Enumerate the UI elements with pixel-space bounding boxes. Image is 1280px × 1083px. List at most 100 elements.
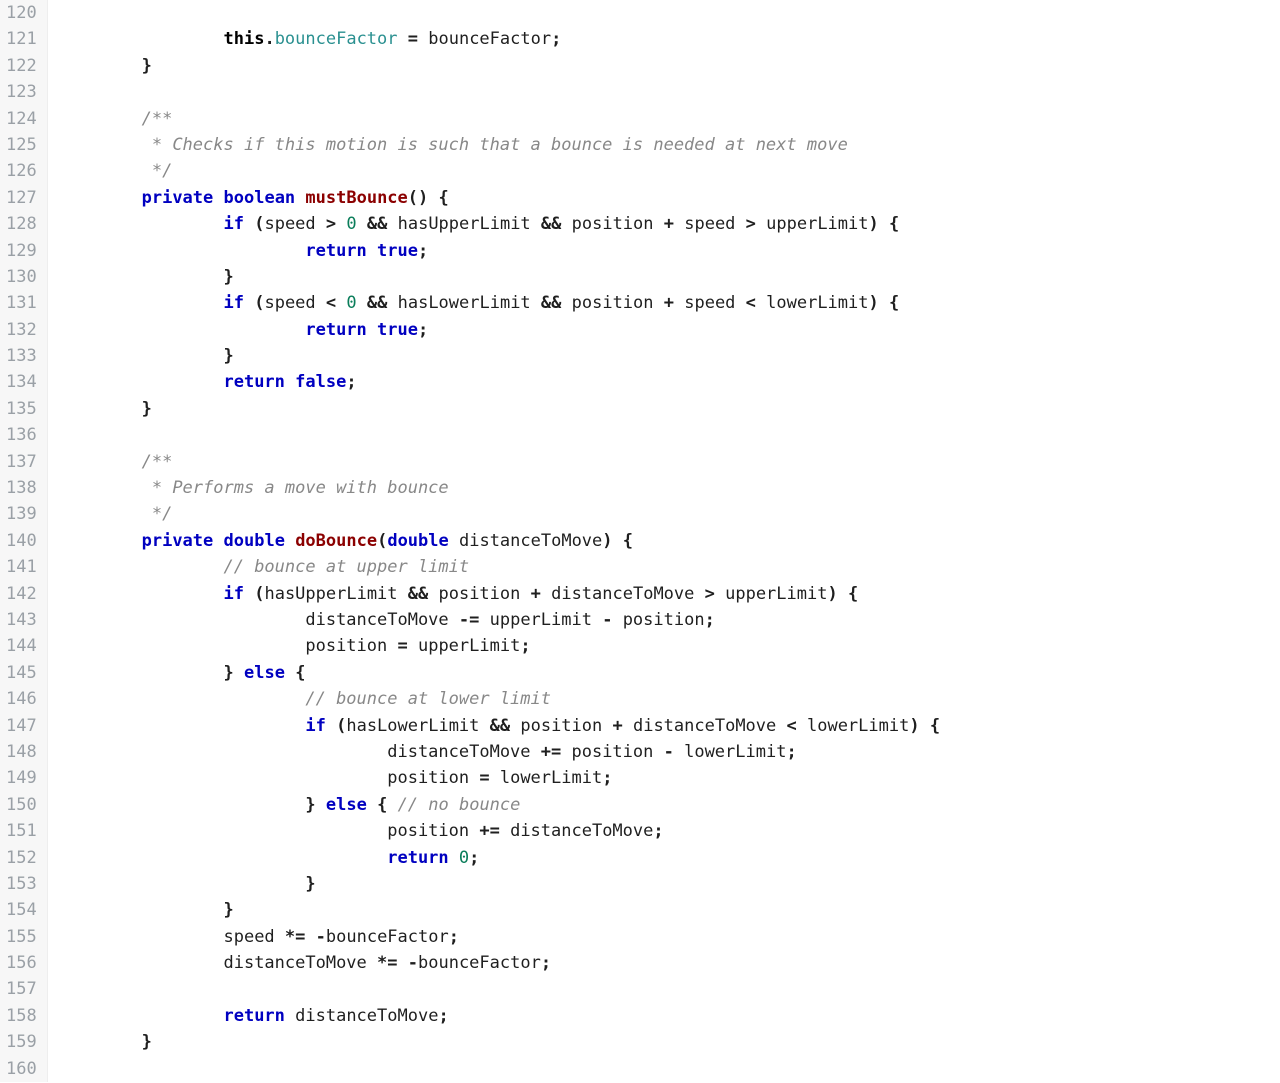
token: bounceFactor xyxy=(275,29,398,49)
code-line: private boolean mustBounce() { xyxy=(60,185,940,211)
token: { xyxy=(889,293,899,313)
token: hasLowerLimit xyxy=(346,716,489,736)
token xyxy=(879,293,889,313)
code-line: } xyxy=(60,871,940,897)
token: { xyxy=(439,188,449,208)
line-number: 157 xyxy=(6,976,37,1002)
token xyxy=(213,188,223,208)
token: *= xyxy=(377,953,397,973)
token xyxy=(285,372,295,392)
token: distanceToMove xyxy=(305,610,459,630)
line-number: 156 xyxy=(6,950,37,976)
token: hasUpperLimit xyxy=(264,584,407,604)
token: < xyxy=(787,716,797,736)
token: ( xyxy=(377,531,387,551)
token xyxy=(305,927,315,947)
token: ; xyxy=(653,821,663,841)
line-number: 148 xyxy=(6,739,37,765)
token: } xyxy=(223,663,233,683)
token: ) xyxy=(869,214,879,234)
token xyxy=(920,716,930,736)
token: && xyxy=(541,293,561,313)
token: } xyxy=(223,346,233,366)
token: mustBounce xyxy=(305,188,407,208)
token: distanceToMove xyxy=(285,1006,439,1026)
line-number: 150 xyxy=(6,792,37,818)
token: ; xyxy=(705,610,715,630)
token xyxy=(316,795,326,815)
token: position xyxy=(305,636,397,656)
token: ) xyxy=(827,584,837,604)
token: /** xyxy=(142,109,173,129)
code-line: } xyxy=(60,343,940,369)
token: + xyxy=(612,716,622,736)
token xyxy=(285,663,295,683)
token: { xyxy=(623,531,633,551)
line-number: 129 xyxy=(6,238,37,264)
token: private xyxy=(142,188,214,208)
line-number: 146 xyxy=(6,686,37,712)
token: { xyxy=(848,584,858,604)
token: && xyxy=(367,214,387,234)
code-line: } else { xyxy=(60,660,940,686)
code-line xyxy=(60,0,940,26)
line-number: 123 xyxy=(6,79,37,105)
token: /** xyxy=(142,452,173,472)
token xyxy=(244,584,254,604)
token: lowerLimit xyxy=(797,716,910,736)
token xyxy=(285,531,295,551)
line-number: 159 xyxy=(6,1029,37,1055)
token: + xyxy=(664,214,674,234)
line-number: 138 xyxy=(6,475,37,501)
token xyxy=(398,29,408,49)
token: && xyxy=(408,584,428,604)
line-number: 153 xyxy=(6,871,37,897)
code-line xyxy=(60,79,940,105)
token: return xyxy=(305,320,366,340)
code-line: /** xyxy=(60,106,940,132)
token: - xyxy=(408,953,418,973)
token: lowerLimit xyxy=(674,742,787,762)
line-number: 120 xyxy=(6,0,37,26)
token: { xyxy=(889,214,899,234)
token: ; xyxy=(541,953,551,973)
token: bounceFactor xyxy=(418,29,551,49)
token: += xyxy=(541,742,561,762)
token: += xyxy=(479,821,499,841)
token: ) xyxy=(869,293,879,313)
code-line: * Performs a move with bounce xyxy=(60,475,940,501)
token: } xyxy=(142,399,152,419)
line-number: 133 xyxy=(6,343,37,369)
token: ; xyxy=(418,320,428,340)
token: < xyxy=(746,293,756,313)
line-number: 144 xyxy=(6,633,37,659)
token: ; xyxy=(520,636,530,656)
token: } xyxy=(223,267,233,287)
token: = xyxy=(408,29,418,49)
token xyxy=(244,214,254,234)
line-number: 141 xyxy=(6,554,37,580)
token: position xyxy=(387,768,479,788)
token: = xyxy=(397,636,407,656)
token: ( xyxy=(254,584,264,604)
token: private xyxy=(142,531,214,551)
line-number: 121 xyxy=(6,26,37,52)
token: speed xyxy=(264,214,325,234)
code-area[interactable]: this.bounceFactor = bounceFactor; } /** … xyxy=(48,0,940,1082)
token: 0 xyxy=(459,848,469,868)
code-viewer: 1201211221231241251261271281291301311321… xyxy=(0,0,1280,1082)
token: // bounce at lower limit xyxy=(305,689,551,709)
token xyxy=(357,214,367,234)
code-line: this.bounceFactor = bounceFactor; xyxy=(60,26,940,52)
token: > xyxy=(326,214,336,234)
token: */ xyxy=(142,161,173,181)
code-line: // bounce at upper limit xyxy=(60,554,940,580)
token: bounceFactor xyxy=(326,927,449,947)
code-line: if (hasLowerLimit && position + distance… xyxy=(60,713,940,739)
token: if xyxy=(223,214,243,234)
token: double xyxy=(387,531,448,551)
token: && xyxy=(367,293,387,313)
token xyxy=(336,293,346,313)
token: lowerLimit xyxy=(756,293,869,313)
line-number: 152 xyxy=(6,845,37,871)
